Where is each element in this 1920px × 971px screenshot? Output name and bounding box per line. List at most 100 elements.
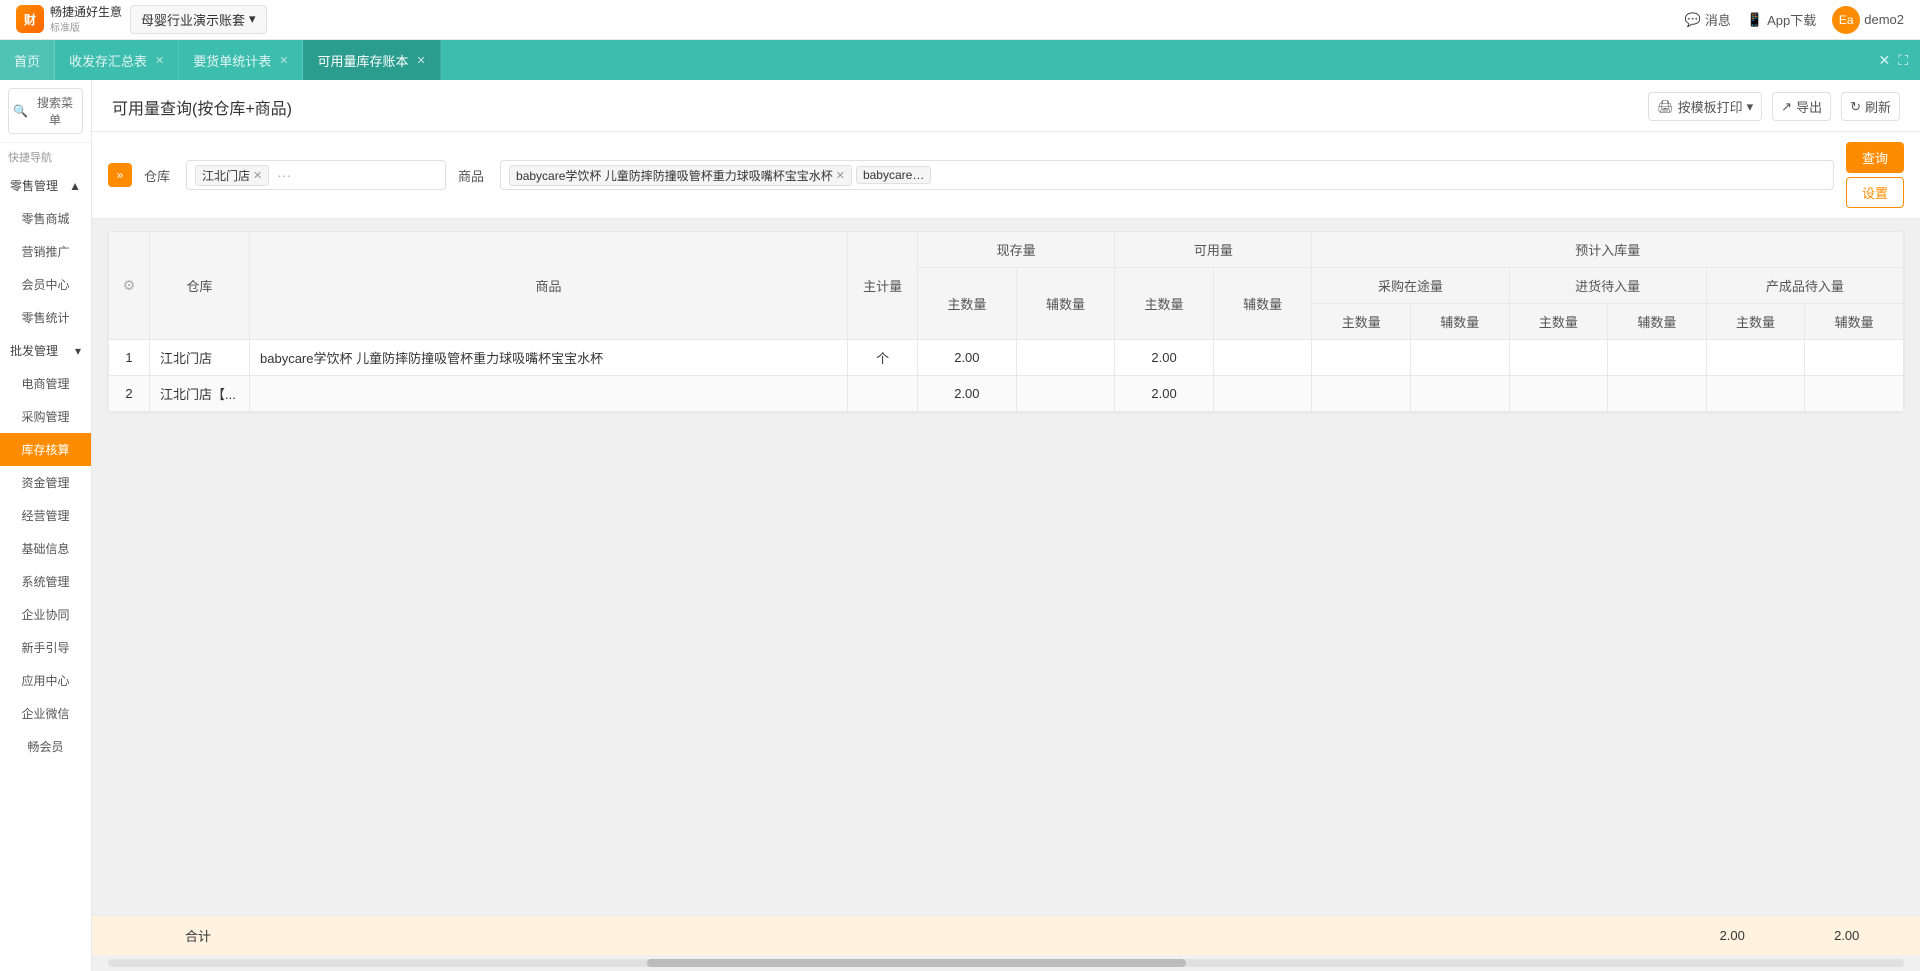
message-btn[interactable]: 💬 消息 — [1685, 10, 1731, 29]
sidebar-item-member-vip[interactable]: 畅会员 — [0, 730, 91, 763]
sidebar-item-basic-info[interactable]: 基础信息 — [0, 532, 91, 565]
product-filter-container[interactable]: babycare学饮杯 儿童防摔防撞吸管杯重力球吸嘴杯宝宝水杯 ✕ babyca… — [500, 160, 1834, 190]
product-col-header: 商品 — [250, 232, 848, 340]
tab-bar: 首页 收发存汇总表 ✕ 要货单统计表 ✕ 可用量库存账本 ✕ ✕ ⛶ — [0, 40, 1920, 80]
sidebar-item-retail-stats[interactable]: 零售统计 — [0, 301, 91, 334]
sidebar-item-finance-mgmt[interactable]: 资金管理 — [0, 466, 91, 499]
tab-fullscreen-icon[interactable]: ⛶ — [1898, 52, 1908, 69]
row2-warehouse: 江北门店【... — [150, 376, 250, 412]
table-row: 2 江北门店【... 2.00 2.00 — [109, 376, 1904, 412]
user-area[interactable]: Ea demo2 — [1832, 6, 1904, 34]
top-bar-right: 💬 消息 📱 App下载 Ea demo2 — [1685, 6, 1904, 34]
footer-empty3 — [1605, 926, 1675, 945]
top-bar: 财 畅捷通好生意 标准版 母婴行业演示账套 ▾ 💬 消息 📱 App下载 Ea … — [0, 0, 1920, 40]
filter-row: » 仓库 江北门店 ✕ ··· 商品 babycare学饮杯 儿童防摔防撞吸管杯… — [92, 132, 1920, 219]
sidebar-item-purchase-mgmt[interactable]: 采购管理 — [0, 400, 91, 433]
logo-text-area: 畅捷通好生意 标准版 — [50, 5, 122, 34]
horizontal-scrollbar[interactable] — [92, 955, 1920, 971]
product-tag-2-value: babycare… — [863, 168, 924, 182]
refresh-btn[interactable]: ↻ 刷新 — [1841, 92, 1900, 121]
tab-available-stock-close[interactable]: ✕ — [417, 54, 426, 67]
tab-receive-summary[interactable]: 收发存汇总表 ✕ — [55, 40, 179, 80]
user-avatar: Ea — [1832, 6, 1860, 34]
purchase-transit-aux-header: 辅数量 — [1410, 304, 1509, 340]
purchase-transit-main-header: 主数量 — [1312, 304, 1411, 340]
sidebar-search-area: 🔍 搜索菜单 — [0, 80, 91, 143]
sidebar-item-inventory-check[interactable]: 库存核算 — [0, 433, 91, 466]
row2-inbound-pending-main — [1509, 376, 1608, 412]
available-header: 可用量 — [1115, 232, 1312, 268]
product-tag-1-close[interactable]: ✕ — [836, 169, 845, 182]
table-container: ⚙ 仓库 商品 主计量 现存量 可用量 预计入库量 主数量 辅数量 主数量 辅数… — [92, 219, 1920, 915]
sidebar-item-new-guide[interactable]: 新手引导 — [0, 631, 91, 664]
sidebar-item-marketing[interactable]: 营销推广 — [0, 235, 91, 268]
main-layout: 🔍 搜索菜单 快捷导航 零售管理 ▲ 零售商城 营销推广 会员中心 零售统计 批… — [0, 80, 1920, 971]
warehouse-tag-close[interactable]: ✕ — [253, 169, 262, 182]
tab-close-all-icon[interactable]: ✕ — [1878, 52, 1890, 69]
logo-area: 财 畅捷通好生意 标准版 — [16, 5, 122, 34]
sidebar-system-label: 系统管理 — [21, 573, 69, 590]
footer-available-main-total: 2.00 — [1789, 926, 1903, 945]
tab-receive-summary-label: 收发存汇总表 — [69, 51, 147, 70]
footer-empty1 — [108, 926, 148, 945]
production-pending-main-header: 主数量 — [1706, 304, 1805, 340]
sidebar-inventory-label: 库存核算 — [21, 441, 69, 458]
tab-receive-summary-close[interactable]: ✕ — [155, 54, 164, 67]
filter-expand-btn[interactable]: » — [108, 163, 132, 187]
current-stock-header: 现存量 — [918, 232, 1115, 268]
sidebar-item-retail-mall[interactable]: 零售商城 — [0, 202, 91, 235]
page-actions: 🖨 按模板打印 ▾ ↗ 导出 ↻ 刷新 — [1648, 92, 1900, 121]
sidebar-item-app-center[interactable]: 应用中心 — [0, 664, 91, 697]
product-tag-1: babycare学饮杯 儿童防摔防撞吸管杯重力球吸嘴杯宝宝水杯 ✕ — [509, 165, 852, 186]
message-label: 消息 — [1705, 10, 1731, 29]
tab-home[interactable]: 首页 — [0, 40, 55, 80]
sidebar-item-enterprise-wechat[interactable]: 企业微信 — [0, 697, 91, 730]
sidebar-app-center-label: 应用中心 — [21, 672, 69, 689]
sidebar-item-member-center[interactable]: 会员中心 — [0, 268, 91, 301]
app-name: 畅捷通好生意 — [50, 5, 122, 19]
settings-gear-icon[interactable]: ⚙ — [119, 276, 139, 296]
row1-purchase-transit-aux — [1410, 340, 1509, 376]
sidebar-new-guide-label: 新手引导 — [21, 639, 69, 656]
filter-right-actions: 查询 设置 — [1846, 142, 1904, 208]
planned-inbound-header: 预计入库量 — [1312, 232, 1904, 268]
sidebar-batch-mgmt-label: 批发管理 — [10, 342, 58, 359]
warehouse-filter-container[interactable]: 江北门店 ✕ ··· — [186, 160, 446, 190]
sidebar-finance-label: 资金管理 — [21, 474, 69, 491]
sidebar-item-batch-mgmt[interactable]: 批发管理 ▾ — [0, 334, 91, 367]
tab-available-stock[interactable]: 可用量库存账本 ✕ — [303, 40, 440, 80]
row1-current-aux — [1016, 340, 1115, 376]
expand-icon: » — [117, 168, 124, 182]
purchase-transit-header: 采购在途量 — [1312, 268, 1509, 304]
search-menu-btn[interactable]: 🔍 搜索菜单 — [8, 88, 83, 134]
row1-inbound-pending-main — [1509, 340, 1608, 376]
sidebar-item-operations-mgmt[interactable]: 经营管理 — [0, 499, 91, 532]
inbound-pending-aux-header: 辅数量 — [1608, 304, 1707, 340]
phone-icon: 📱 — [1747, 12, 1763, 28]
current-aux-qty-header: 辅数量 — [1016, 268, 1115, 340]
app-subtext: 标准版 — [50, 19, 122, 34]
sidebar-item-system-mgmt[interactable]: 系统管理 — [0, 565, 91, 598]
print-btn[interactable]: 🖨 按模板打印 ▾ — [1648, 92, 1762, 121]
production-pending-aux-header: 辅数量 — [1805, 304, 1904, 340]
footer-table: 合计 2.00 2.00 — [108, 926, 1904, 945]
sidebar: 🔍 搜索菜单 快捷导航 零售管理 ▲ 零售商城 营销推广 会员中心 零售统计 批… — [0, 80, 92, 971]
sidebar-item-retail-mgmt[interactable]: 零售管理 ▲ — [0, 169, 91, 202]
tab-order-stats[interactable]: 要货单统计表 ✕ — [179, 40, 303, 80]
sidebar-item-ecommerce-mgmt[interactable]: 电商管理 — [0, 367, 91, 400]
export-btn[interactable]: ↗ 导出 — [1772, 92, 1831, 121]
sidebar-item-enterprise-collab[interactable]: 企业协同 — [0, 598, 91, 631]
refresh-icon: ↻ — [1850, 99, 1861, 115]
query-btn[interactable]: 查询 — [1846, 142, 1904, 173]
user-name: demo2 — [1864, 12, 1904, 27]
settings-btn[interactable]: 设置 — [1846, 177, 1904, 208]
tab-order-stats-close[interactable]: ✕ — [279, 54, 288, 67]
inbound-pending-header: 进货待入量 — [1509, 268, 1706, 304]
sidebar-purchase-label: 采购管理 — [21, 408, 69, 425]
message-icon: 💬 — [1685, 12, 1701, 28]
industry-selector[interactable]: 母婴行业演示账套 ▾ — [130, 5, 267, 34]
row1-available-aux — [1213, 340, 1312, 376]
app-download-btn[interactable]: 📱 App下载 — [1747, 10, 1816, 29]
tab-order-stats-label: 要货单统计表 — [193, 51, 271, 70]
scroll-thumb[interactable] — [647, 959, 1186, 967]
